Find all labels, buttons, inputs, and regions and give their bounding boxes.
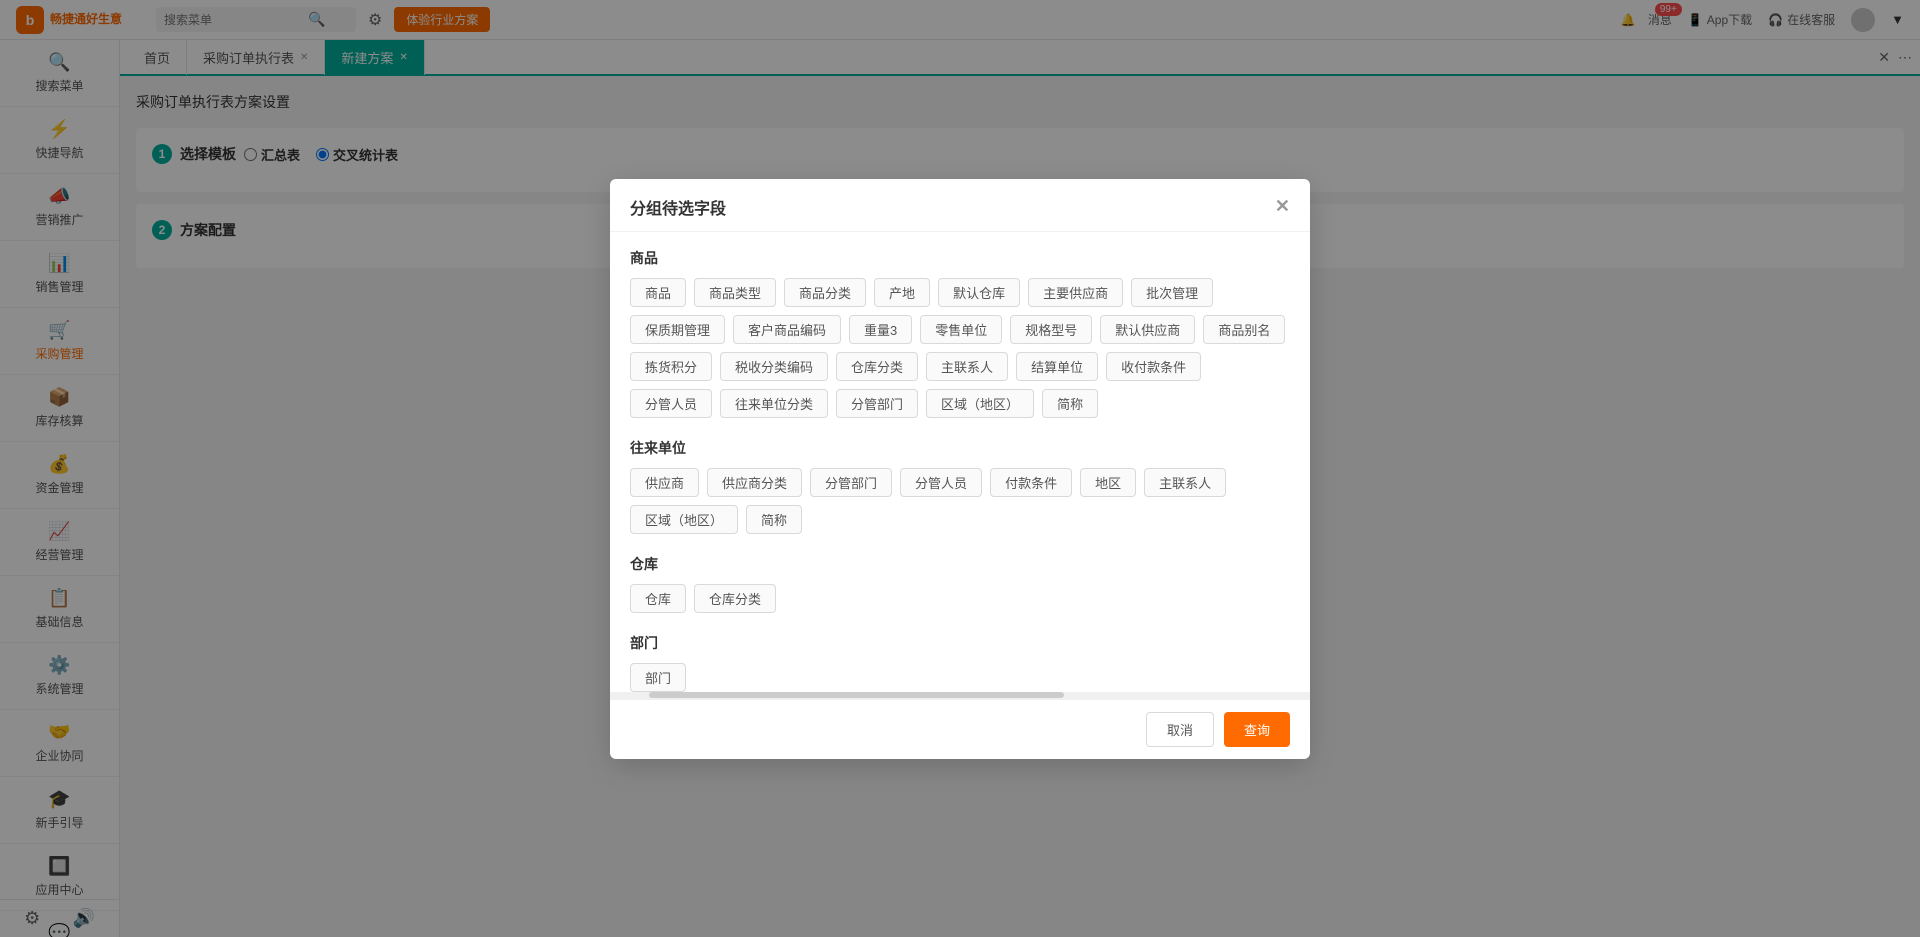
field-tag-2-0[interactable]: 仓库 — [630, 584, 686, 613]
field-tag-0-17[interactable]: 主联系人 — [926, 352, 1008, 381]
field-tag-0-4[interactable]: 默认仓库 — [938, 278, 1020, 307]
field-section-0: 商品商品商品类型商品分类产地默认仓库主要供应商批次管理保质期管理客户商品编码重量… — [630, 248, 1290, 418]
field-tag-0-1[interactable]: 商品类型 — [694, 278, 776, 307]
field-tags-2: 仓库仓库分类 — [630, 584, 1290, 613]
field-tag-0-18[interactable]: 结算单位 — [1016, 352, 1098, 381]
field-tag-2-1[interactable]: 仓库分类 — [694, 584, 776, 613]
field-tag-3-0[interactable]: 部门 — [630, 663, 686, 692]
field-tag-0-2[interactable]: 商品分类 — [784, 278, 866, 307]
field-tags-1: 供应商供应商分类分管部门分管人员付款条件地区主联系人区域（地区） 简称 — [630, 468, 1290, 534]
modal-body: 商品商品商品类型商品分类产地默认仓库主要供应商批次管理保质期管理客户商品编码重量… — [610, 232, 1310, 692]
field-section-title-2: 仓库 — [630, 554, 1290, 574]
confirm-btn[interactable]: 查询 — [1224, 712, 1290, 747]
field-tag-0-16[interactable]: 仓库分类 — [836, 352, 918, 381]
field-tag-0-5[interactable]: 主要供应商 — [1028, 278, 1123, 307]
field-tag-1-6[interactable]: 主联系人 — [1144, 468, 1226, 497]
field-section-title-3: 部门 — [630, 633, 1290, 653]
modal-overlay: 分组待选字段 ✕ 商品商品商品类型商品分类产地默认仓库主要供应商批次管理保质期管… — [0, 0, 1920, 937]
field-section-2: 仓库仓库仓库分类 — [630, 554, 1290, 613]
field-section-title-1: 往来单位 — [630, 438, 1290, 458]
cancel-btn[interactable]: 取消 — [1146, 712, 1214, 747]
field-tag-0-11[interactable]: 规格型号 — [1010, 315, 1092, 344]
field-tag-0-10[interactable]: 零售单位 — [920, 315, 1002, 344]
field-section-title-0: 商品 — [630, 248, 1290, 268]
field-tag-1-0[interactable]: 供应商 — [630, 468, 699, 497]
field-tag-0-22[interactable]: 分管部门 — [836, 389, 918, 418]
field-tag-0-14[interactable]: 拣货积分 — [630, 352, 712, 381]
modal-close-btn[interactable]: ✕ — [1275, 196, 1290, 217]
modal-footer: 取消 查询 — [610, 699, 1310, 759]
field-tag-0-23[interactable]: 区域（地区） — [926, 389, 1034, 418]
field-tag-1-7[interactable]: 区域（地区） — [630, 505, 738, 534]
field-tag-0-13[interactable]: 商品别名 — [1203, 315, 1285, 344]
modal-title: 分组待选字段 — [630, 195, 726, 219]
field-tag-0-24[interactable]: 简称 — [1042, 389, 1098, 418]
field-tag-0-15[interactable]: 税收分类编码 — [720, 352, 828, 381]
field-section-3: 部门部门 — [630, 633, 1290, 692]
field-tag-0-6[interactable]: 批次管理 — [1131, 278, 1213, 307]
field-tag-0-7[interactable]: 保质期管理 — [630, 315, 725, 344]
field-tag-0-20[interactable]: 分管人员 — [630, 389, 712, 418]
field-tags-0: 商品商品类型商品分类产地默认仓库主要供应商批次管理保质期管理客户商品编码重量3 零… — [630, 278, 1290, 418]
field-tag-0-8[interactable]: 客户商品编码 — [733, 315, 841, 344]
field-section-1: 往来单位供应商供应商分类分管部门分管人员付款条件地区主联系人区域（地区） 简称 — [630, 438, 1290, 534]
field-tag-1-5[interactable]: 地区 — [1080, 468, 1136, 497]
modal-hscroll[interactable] — [610, 692, 1310, 699]
field-tag-1-4[interactable]: 付款条件 — [990, 468, 1072, 497]
modal: 分组待选字段 ✕ 商品商品商品类型商品分类产地默认仓库主要供应商批次管理保质期管… — [610, 179, 1310, 759]
hscroll-thumb — [649, 692, 1064, 698]
modal-header: 分组待选字段 ✕ — [610, 179, 1310, 232]
field-tag-0-9[interactable]: 重量3 — [849, 315, 912, 344]
field-tag-0-12[interactable]: 默认供应商 — [1100, 315, 1195, 344]
field-tag-1-2[interactable]: 分管部门 — [810, 468, 892, 497]
field-tag-1-1[interactable]: 供应商分类 — [707, 468, 802, 497]
field-tags-3: 部门 — [630, 663, 1290, 692]
field-tag-0-0[interactable]: 商品 — [630, 278, 686, 307]
field-tag-1-8[interactable]: 简称 — [746, 505, 802, 534]
field-tag-0-3[interactable]: 产地 — [874, 278, 930, 307]
field-tag-1-3[interactable]: 分管人员 — [900, 468, 982, 497]
field-tag-0-21[interactable]: 往来单位分类 — [720, 389, 828, 418]
field-tag-0-19[interactable]: 收付款条件 — [1106, 352, 1201, 381]
